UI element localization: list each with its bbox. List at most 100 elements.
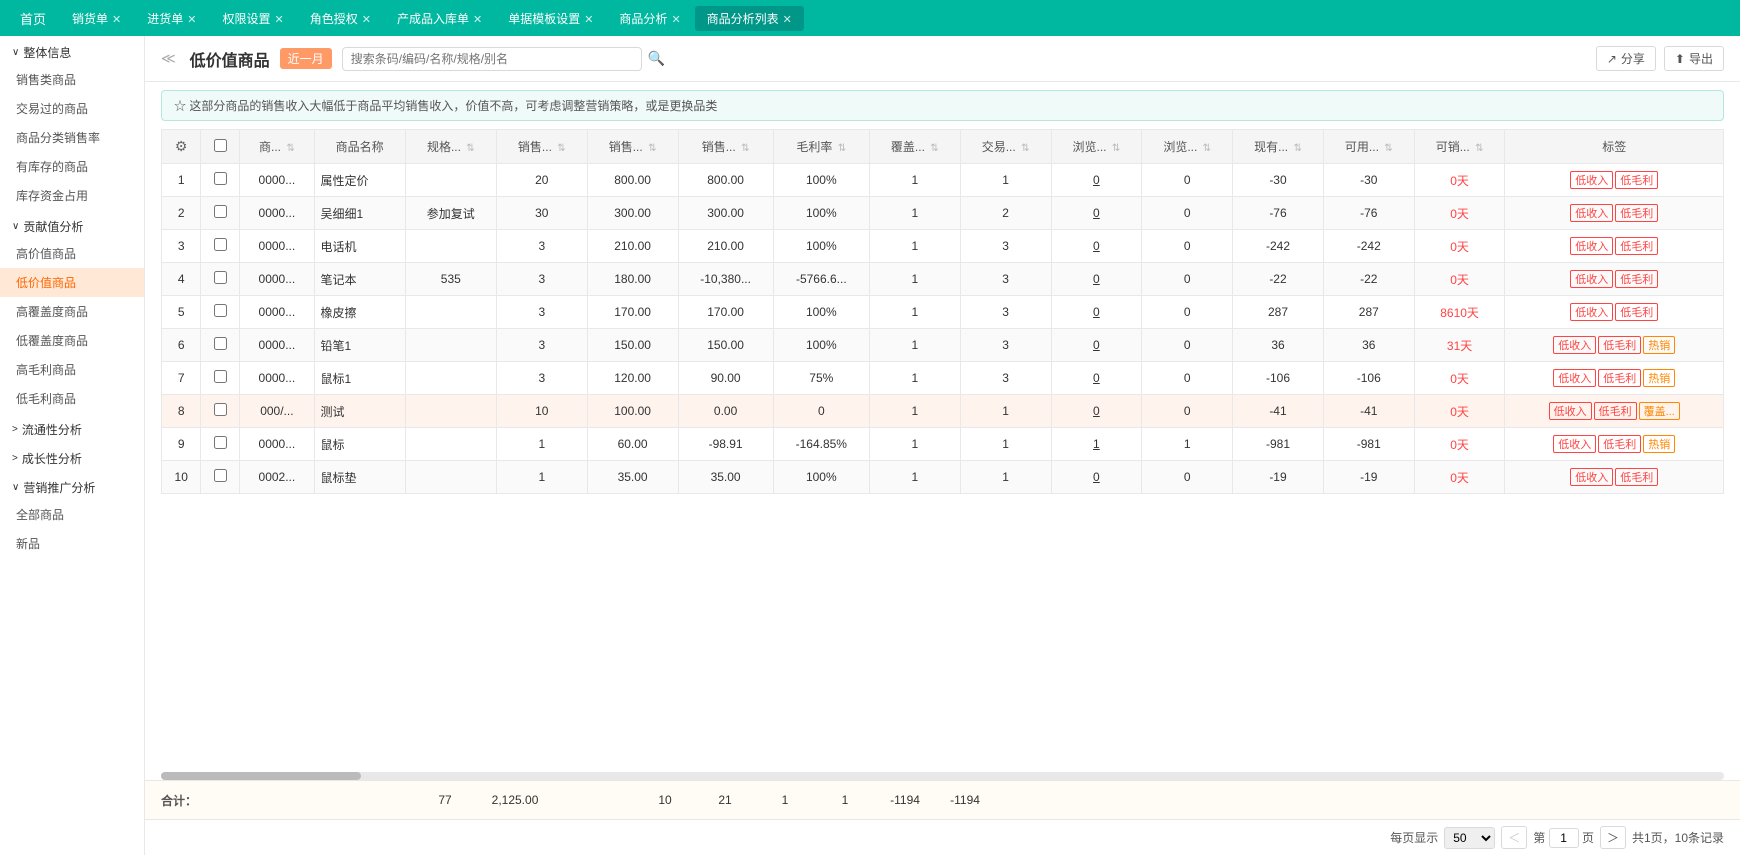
row-checkbox[interactable] xyxy=(214,238,227,251)
view-link[interactable]: 0 xyxy=(1093,173,1100,187)
row-view1[interactable]: 0 xyxy=(1051,197,1142,230)
row-checkbox-cell[interactable] xyxy=(201,197,240,230)
share-button[interactable]: ↗ 分享 xyxy=(1596,46,1656,71)
row-view1[interactable]: 0 xyxy=(1051,395,1142,428)
next-page-button[interactable]: ＞ xyxy=(1600,826,1626,849)
row-view1[interactable]: 0 xyxy=(1051,164,1142,197)
view-link[interactable]: 0 xyxy=(1093,470,1100,484)
row-view1[interactable]: 1 xyxy=(1051,428,1142,461)
row-checkbox[interactable] xyxy=(214,403,227,416)
settings-button[interactable]: ⚙ xyxy=(175,138,188,155)
search-button[interactable]: 🔍 xyxy=(648,50,665,67)
sidebar-item-stocked-products[interactable]: 有库存的商品 xyxy=(0,152,144,181)
row-view1[interactable]: 0 xyxy=(1051,263,1142,296)
row-checkbox[interactable] xyxy=(214,205,227,218)
sidebar-group-contribution[interactable]: ∨ 贡献值分析 xyxy=(0,210,144,239)
sort-icon[interactable]: ⇅ xyxy=(648,143,656,154)
row-checkbox[interactable] xyxy=(214,271,227,284)
sidebar-group-circulation[interactable]: > 流通性分析 xyxy=(0,413,144,442)
checkbox-col-header[interactable] xyxy=(201,130,240,164)
close-icon[interactable]: ✕ xyxy=(275,14,284,26)
row-view1[interactable]: 0 xyxy=(1051,461,1142,494)
nav-roles[interactable]: 角色授权✕ xyxy=(298,6,383,31)
sort-icon[interactable]: ⇅ xyxy=(1021,143,1029,154)
nav-finished-goods[interactable]: 产成品入库单✕ xyxy=(385,6,494,31)
row-checkbox[interactable] xyxy=(214,469,227,482)
view-link[interactable]: 0 xyxy=(1093,239,1100,253)
sidebar-group-growth[interactable]: > 成长性分析 xyxy=(0,442,144,471)
view-link[interactable]: 1 xyxy=(1093,437,1100,451)
sidebar-item-sales-products[interactable]: 销售类商品 xyxy=(0,65,144,94)
view-link[interactable]: 0 xyxy=(1093,404,1100,418)
horizontal-scrollbar[interactable] xyxy=(161,772,1724,780)
view-link[interactable]: 0 xyxy=(1093,206,1100,220)
settings-col-header[interactable]: ⚙ xyxy=(162,130,201,164)
sidebar-item-high-coverage[interactable]: 高覆盖度商品 xyxy=(0,297,144,326)
prev-page-button[interactable]: ＜ xyxy=(1501,826,1527,849)
nav-home[interactable]: 首页 xyxy=(8,5,58,32)
sort-icon[interactable]: ⇅ xyxy=(557,143,565,154)
sort-icon[interactable]: ⇅ xyxy=(1293,143,1301,154)
sidebar-item-high-margin[interactable]: 高毛利商品 xyxy=(0,355,144,384)
export-button[interactable]: ⬆ 导出 xyxy=(1664,46,1724,71)
nav-product-analysis-list[interactable]: 商品分析列表✕ xyxy=(695,6,804,31)
sort-icon[interactable]: ⇅ xyxy=(1475,143,1483,154)
row-checkbox[interactable] xyxy=(214,172,227,185)
row-checkbox-cell[interactable] xyxy=(201,428,240,461)
page-number-input[interactable] xyxy=(1549,828,1579,848)
row-checkbox-cell[interactable] xyxy=(201,230,240,263)
close-icon[interactable]: ✕ xyxy=(187,14,196,26)
nav-template[interactable]: 单据模板设置✕ xyxy=(496,6,605,31)
row-view1[interactable]: 0 xyxy=(1051,230,1142,263)
sidebar-item-category-sales-rate[interactable]: 商品分类销售率 xyxy=(0,123,144,152)
row-checkbox-cell[interactable] xyxy=(201,329,240,362)
sidebar-item-new-products[interactable]: 新品 xyxy=(0,529,144,558)
sort-icon[interactable]: ⇅ xyxy=(1203,143,1211,154)
sidebar-item-low-value[interactable]: 低价值商品 xyxy=(0,268,144,297)
row-view1[interactable]: 0 xyxy=(1051,329,1142,362)
sort-icon[interactable]: ⇅ xyxy=(1112,143,1120,154)
sidebar-item-low-margin[interactable]: 低毛利商品 xyxy=(0,384,144,413)
sidebar-item-stock-capital[interactable]: 库存资金占用 xyxy=(0,181,144,210)
sidebar-group-overall[interactable]: ∨ 整体信息 xyxy=(0,36,144,65)
collapse-sidebar-button[interactable]: ≪ xyxy=(161,50,176,67)
close-icon[interactable]: ✕ xyxy=(783,14,792,26)
row-checkbox-cell[interactable] xyxy=(201,296,240,329)
table-container[interactable]: ⚙ 商... ⇅ 商品名称 规格... ⇅ xyxy=(145,129,1740,772)
view-link[interactable]: 0 xyxy=(1093,371,1100,385)
row-view1[interactable]: 0 xyxy=(1051,296,1142,329)
view-link[interactable]: 0 xyxy=(1093,305,1100,319)
sort-icon[interactable]: ⇅ xyxy=(286,143,294,154)
sidebar-item-high-value[interactable]: 高价值商品 xyxy=(0,239,144,268)
per-page-select[interactable]: 50 100 200 xyxy=(1444,827,1495,849)
row-checkbox-cell[interactable] xyxy=(201,395,240,428)
scrollbar-thumb[interactable] xyxy=(161,772,361,780)
sort-icon[interactable]: ⇅ xyxy=(741,143,749,154)
close-icon[interactable]: ✕ xyxy=(584,14,593,26)
row-checkbox[interactable] xyxy=(214,337,227,350)
sidebar-item-traded-products[interactable]: 交易过的商品 xyxy=(0,94,144,123)
sidebar-item-all-products[interactable]: 全部商品 xyxy=(0,500,144,529)
row-checkbox-cell[interactable] xyxy=(201,461,240,494)
row-checkbox-cell[interactable] xyxy=(201,164,240,197)
row-checkbox-cell[interactable] xyxy=(201,362,240,395)
row-checkbox[interactable] xyxy=(214,436,227,449)
row-checkbox[interactable] xyxy=(214,370,227,383)
close-icon[interactable]: ✕ xyxy=(362,14,371,26)
row-checkbox-cell[interactable] xyxy=(201,263,240,296)
close-icon[interactable]: ✕ xyxy=(671,14,680,26)
close-icon[interactable]: ✕ xyxy=(112,14,121,26)
close-icon[interactable]: ✕ xyxy=(473,14,482,26)
sort-icon[interactable]: ⇅ xyxy=(838,143,846,154)
nav-product-analysis[interactable]: 商品分析✕ xyxy=(607,6,692,31)
view-link[interactable]: 0 xyxy=(1093,338,1100,352)
sort-icon[interactable]: ⇅ xyxy=(466,143,474,154)
sidebar-group-marketing[interactable]: ∨ 营销推广分析 xyxy=(0,471,144,500)
row-checkbox[interactable] xyxy=(214,304,227,317)
view-link[interactable]: 0 xyxy=(1093,272,1100,286)
sort-icon[interactable]: ⇅ xyxy=(930,143,938,154)
nav-purchase[interactable]: 进货单✕ xyxy=(135,6,208,31)
filter-tag-button[interactable]: 近一月 xyxy=(280,48,332,69)
select-all-checkbox[interactable] xyxy=(214,139,227,152)
sort-icon[interactable]: ⇅ xyxy=(1384,143,1392,154)
